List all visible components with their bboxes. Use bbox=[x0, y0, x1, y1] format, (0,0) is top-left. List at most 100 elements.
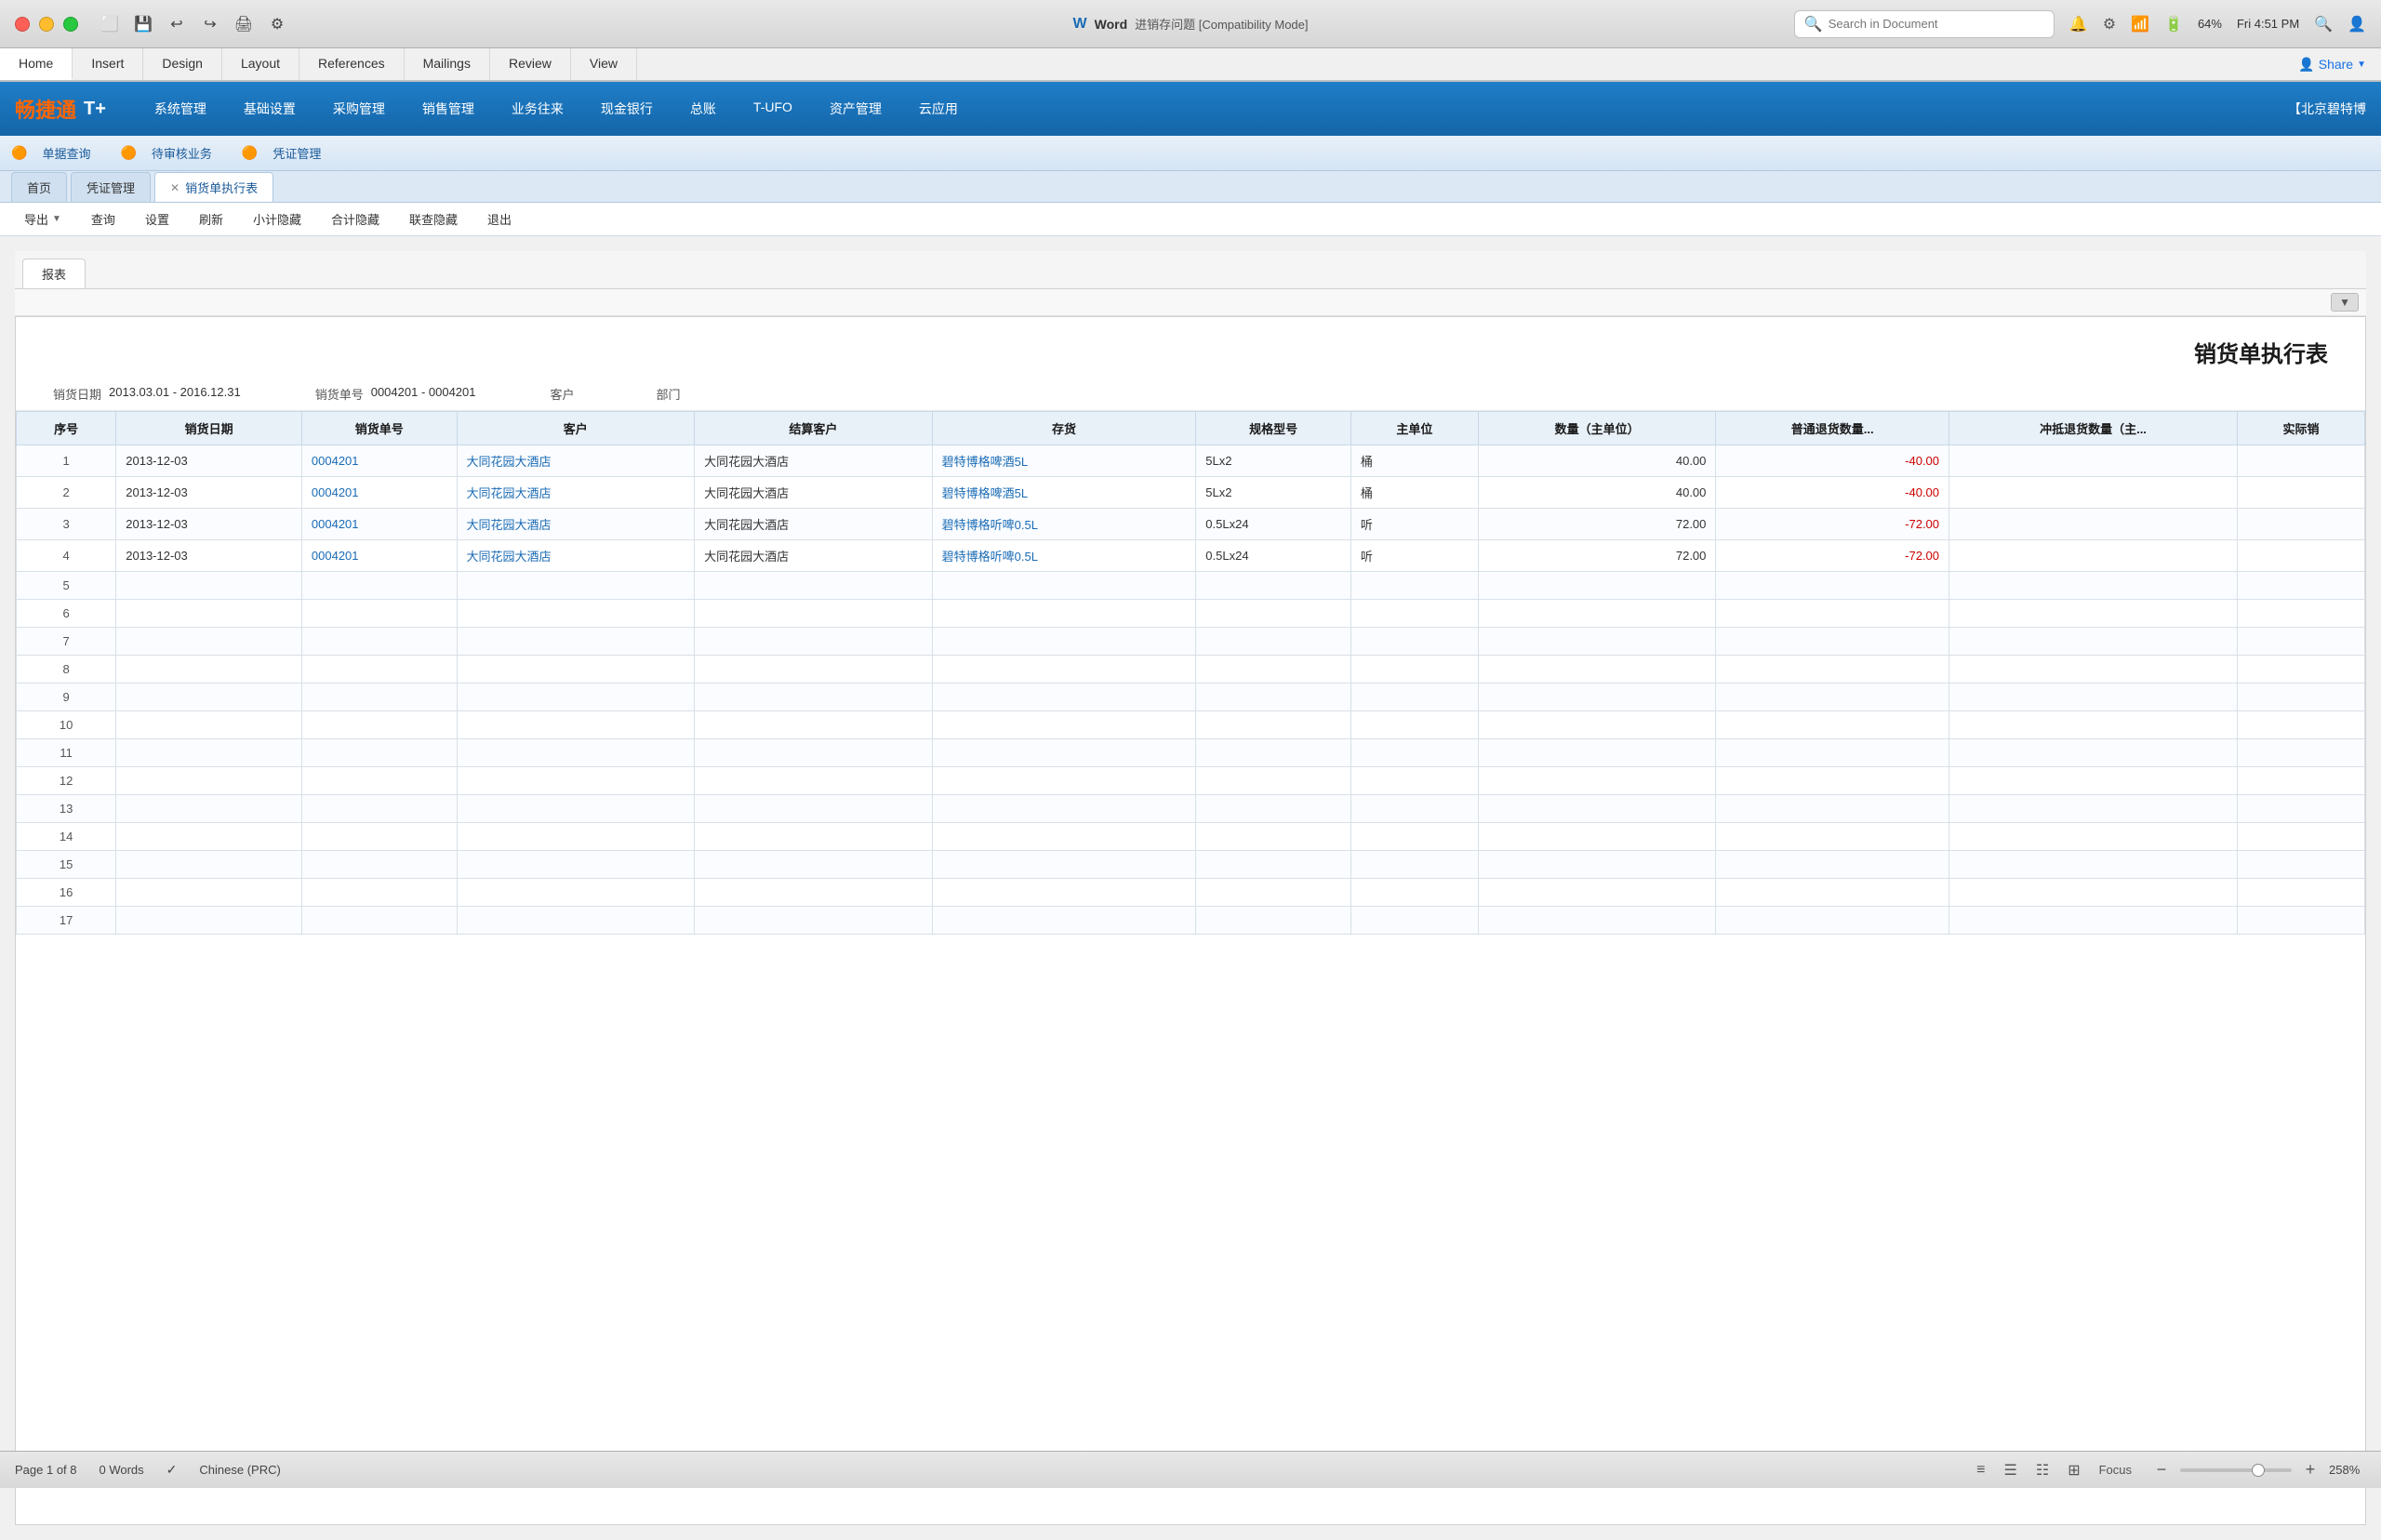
cell-customer-2[interactable]: 大同花园大酒店 bbox=[457, 477, 695, 509]
filter-dept-label: 部门 bbox=[657, 385, 681, 403]
zoom-out-button[interactable]: − bbox=[2150, 1459, 2173, 1481]
cell-customer-4[interactable]: 大同花园大酒店 bbox=[457, 540, 695, 572]
nav-basic[interactable]: 基础设置 bbox=[225, 92, 314, 126]
export-button[interactable]: 导出 ▼ bbox=[11, 206, 74, 232]
view-normal-icon[interactable]: ≡ bbox=[1976, 1462, 1985, 1479]
cell-customer-1[interactable]: 大同花园大酒店 bbox=[457, 445, 695, 477]
close-window-button[interactable] bbox=[15, 17, 30, 32]
pending-review-btn[interactable]: 待审核业务 bbox=[140, 140, 223, 166]
tab-sales-execution[interactable]: ✕ 销货单执行表 bbox=[154, 172, 273, 202]
redo-button[interactable]: ↪ bbox=[193, 10, 227, 38]
collapse-button[interactable]: ▼ bbox=[2331, 293, 2359, 312]
zoom-in-button[interactable]: + bbox=[2299, 1459, 2321, 1481]
spotlight-icon[interactable]: 🔍 bbox=[2314, 15, 2333, 33]
tab-references[interactable]: References bbox=[299, 48, 405, 80]
search-input[interactable] bbox=[1829, 17, 2044, 31]
view-outline-icon[interactable]: ☰ bbox=[2004, 1461, 2017, 1480]
share-area[interactable]: 👤 Share ▼ bbox=[2283, 48, 2381, 80]
nav-cloud[interactable]: 云应用 bbox=[900, 92, 977, 126]
cell-seq-2: 2 bbox=[17, 477, 116, 509]
cell-inventory-1[interactable]: 碧特博格啤酒5L bbox=[932, 445, 1196, 477]
cell-seq-8: 8 bbox=[17, 656, 116, 684]
control-center-icon[interactable]: ⚙ bbox=[2103, 15, 2116, 33]
sidebar-toggle-button[interactable]: ⬜ bbox=[93, 10, 126, 38]
nav-ledger[interactable]: 总账 bbox=[672, 92, 735, 126]
wifi-icon[interactable]: 📶 bbox=[2131, 15, 2149, 33]
cell-inventory-3[interactable]: 碧特博格听啤0.5L bbox=[932, 509, 1196, 540]
nav-sales[interactable]: 销售管理 bbox=[404, 92, 493, 126]
print-button[interactable]: 🖨 bbox=[227, 10, 260, 38]
cell-seq-15: 15 bbox=[17, 851, 116, 879]
voucher-manage-btn[interactable]: 凭证管理 bbox=[261, 140, 332, 166]
total-hide-button[interactable]: 合计隐藏 bbox=[318, 206, 392, 232]
cell-order-1[interactable]: 0004201 bbox=[301, 445, 457, 477]
refresh-button[interactable]: 刷新 bbox=[186, 206, 236, 232]
nav-tufo[interactable]: T-UFO bbox=[735, 92, 811, 126]
single-query-btn[interactable]: 单据查询 bbox=[31, 140, 101, 166]
exit-button[interactable]: 退出 bbox=[474, 206, 525, 232]
nav-purchase[interactable]: 采购管理 bbox=[314, 92, 404, 126]
search-box[interactable]: 🔍 bbox=[1794, 10, 2055, 38]
filter-order-label: 销货单号 bbox=[315, 385, 364, 403]
linked-hide-button[interactable]: 联查隐藏 bbox=[396, 206, 471, 232]
zoom-slider[interactable] bbox=[2180, 1468, 2292, 1472]
tab-layout[interactable]: Layout bbox=[222, 48, 299, 80]
tab-insert[interactable]: Insert bbox=[73, 48, 143, 80]
cell-date-2: 2013-12-03 bbox=[116, 477, 302, 509]
cell-actual-2 bbox=[2237, 477, 2364, 509]
notification-icon[interactable]: 🔔 bbox=[2069, 15, 2088, 33]
report-title: 销货单执行表 bbox=[53, 336, 2328, 368]
tab-home-page[interactable]: 首页 bbox=[11, 172, 67, 202]
query-button[interactable]: 查询 bbox=[78, 206, 128, 232]
cell-order-4[interactable]: 0004201 bbox=[301, 540, 457, 572]
customize-button[interactable]: ⚙ bbox=[260, 10, 294, 38]
subtotal-hide-button[interactable]: 小计隐藏 bbox=[240, 206, 314, 232]
account-icon[interactable]: 👤 bbox=[2348, 15, 2366, 33]
cell-customer-3[interactable]: 大同花园大酒店 bbox=[457, 509, 695, 540]
titlebar-right: 🔍 🔔 ⚙ 📶 🔋 64% Fri 4:51 PM 🔍 👤 bbox=[1794, 10, 2366, 38]
tab-mailings[interactable]: Mailings bbox=[405, 48, 490, 80]
cell-return-2: -40.00 bbox=[1716, 477, 1949, 509]
report-card: 销货单执行表 销货日期 2013.03.01 - 2016.12.31 销货单号… bbox=[15, 316, 2366, 1525]
table-row: 8 bbox=[17, 656, 2365, 684]
table-row: 6 bbox=[17, 600, 2365, 628]
cell-offset-1 bbox=[1949, 445, 2238, 477]
report-tab-main[interactable]: 报表 bbox=[22, 259, 86, 288]
cell-seq-6: 6 bbox=[17, 600, 116, 628]
cell-inventory-2[interactable]: 碧特博格啤酒5L bbox=[932, 477, 1196, 509]
battery-pct: 64% bbox=[2198, 17, 2222, 31]
nav-business[interactable]: 业务往来 bbox=[493, 92, 582, 126]
view-list-icon[interactable]: ☷ bbox=[2036, 1461, 2049, 1480]
view-read-icon[interactable]: ⊞ bbox=[2068, 1461, 2080, 1480]
zoom-slider-thumb[interactable] bbox=[2252, 1464, 2265, 1477]
app-header: 畅捷通 T+ 系统管理 基础设置 采购管理 销售管理 业务往来 现金银行 总账 … bbox=[0, 82, 2381, 136]
filter-date: 销货日期 2013.03.01 - 2016.12.31 bbox=[53, 385, 241, 403]
focus-button[interactable]: Focus bbox=[2099, 1463, 2132, 1477]
cell-seq-5: 5 bbox=[17, 572, 116, 600]
zoom-level: 258% bbox=[2329, 1463, 2366, 1477]
cell-return-4: -72.00 bbox=[1716, 540, 1949, 572]
undo-button[interactable]: ↩ bbox=[160, 10, 193, 38]
tab-view[interactable]: View bbox=[571, 48, 637, 80]
cell-order-3[interactable]: 0004201 bbox=[301, 509, 457, 540]
tab-review[interactable]: Review bbox=[490, 48, 571, 80]
cell-seq-14: 14 bbox=[17, 823, 116, 851]
share-dropdown-icon[interactable]: ▼ bbox=[2357, 60, 2366, 70]
word-icon: W bbox=[1072, 16, 1086, 33]
spell-check-icon[interactable]: ✓ bbox=[166, 1462, 178, 1478]
nav-assets[interactable]: 资产管理 bbox=[811, 92, 900, 126]
save-button[interactable]: 💾 bbox=[126, 10, 160, 38]
status-bar: Page 1 of 8 0 Words ✓ Chinese (PRC) ≡ ☰ … bbox=[0, 1451, 2381, 1488]
query-icon: 🟠 bbox=[11, 145, 27, 161]
nav-cash[interactable]: 现金银行 bbox=[582, 92, 672, 126]
nav-system[interactable]: 系统管理 bbox=[136, 92, 225, 126]
cell-order-2[interactable]: 0004201 bbox=[301, 477, 457, 509]
tab-home[interactable]: Home bbox=[0, 48, 73, 80]
settings-button[interactable]: 设置 bbox=[132, 206, 182, 232]
tab-design[interactable]: Design bbox=[143, 48, 222, 80]
cell-inventory-4[interactable]: 碧特博格听啤0.5L bbox=[932, 540, 1196, 572]
tab-voucher-manage[interactable]: 凭证管理 bbox=[71, 172, 151, 202]
maximize-window-button[interactable] bbox=[63, 17, 78, 32]
col-billing: 结算客户 bbox=[695, 412, 933, 445]
minimize-window-button[interactable] bbox=[39, 17, 54, 32]
